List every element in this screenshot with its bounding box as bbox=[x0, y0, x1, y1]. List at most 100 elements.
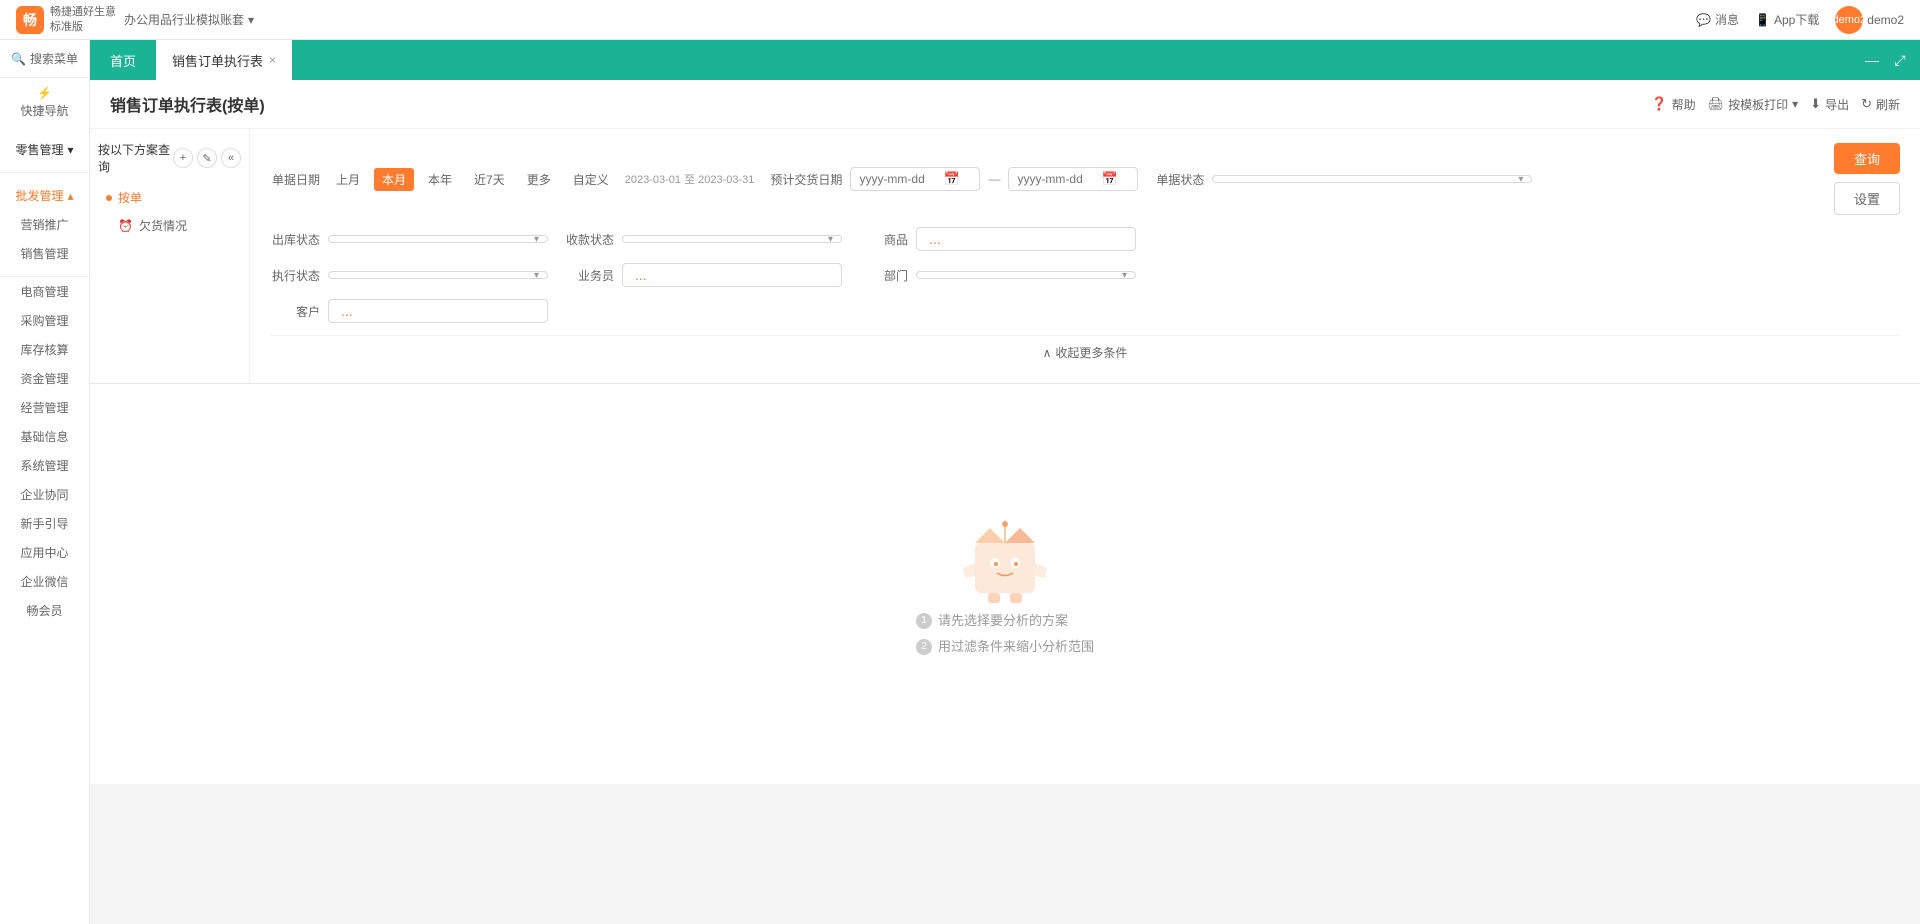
top-bar-left: 畅 畅捷通好生意 标准版 办公用品行业模拟账套 ▾ bbox=[16, 5, 254, 34]
date-tab-last-month[interactable]: 上月 bbox=[328, 168, 368, 191]
page-content: 销售订单执行表(按单) ❓ 帮助 🖨 按模板打印 ▾ ⬇ bbox=[90, 80, 1920, 924]
filter-panel: 单据日期 上月 本月 本年 近7天 更多 自定义 2023-03-01 至 20… bbox=[250, 129, 1920, 383]
collapse-bar[interactable]: ∧ 收起更多条件 bbox=[270, 335, 1900, 369]
scheme-dot-active bbox=[106, 195, 112, 201]
filter-item-execution: 执行状态 ▾ bbox=[270, 267, 548, 284]
expected-date-label: 预计交货日期 bbox=[770, 171, 842, 188]
help-button[interactable]: ❓ 帮助 bbox=[1651, 96, 1695, 113]
date-tab-custom[interactable]: 自定义 bbox=[565, 168, 617, 191]
filter-item-customer: 客户 ... bbox=[270, 299, 548, 323]
expected-date-end[interactable]: 📅 bbox=[1008, 167, 1138, 191]
scheme-add-button[interactable]: + bbox=[173, 148, 193, 168]
export-icon: ⬇ bbox=[1810, 96, 1821, 112]
sidebar-item-system[interactable]: 系统管理 bbox=[0, 451, 89, 480]
date-tab-current-year[interactable]: 本年 bbox=[420, 168, 460, 191]
execution-arrow-icon: ▾ bbox=[534, 270, 539, 281]
salesperson-select[interactable]: ... bbox=[622, 263, 842, 287]
expected-date-start[interactable]: 📅 bbox=[850, 167, 980, 191]
sidebar-item-finance[interactable]: 资金管理 bbox=[0, 364, 89, 393]
tab-sales-order[interactable]: 销售订单执行表 × bbox=[156, 40, 292, 80]
date-filter: 上月 本月 本年 近7天 更多 自定义 bbox=[328, 168, 617, 191]
print-arrow-icon: ▾ bbox=[1792, 97, 1798, 111]
date-tab-more[interactable]: 更多 bbox=[519, 168, 559, 191]
goods-select[interactable]: ... bbox=[916, 227, 1136, 251]
filter-item-status: 单据状态 ▾ bbox=[1154, 171, 1532, 188]
sidebar-item-member[interactable]: 畅会员 bbox=[0, 596, 89, 625]
sidebar-item-wholesale[interactable]: 批发管理 ▴ bbox=[0, 181, 89, 210]
filter-row-4: 客户 ... bbox=[270, 299, 1900, 323]
message-icon: 💬 bbox=[1696, 13, 1711, 27]
scheme-item-by-order[interactable]: 按单 bbox=[98, 183, 241, 212]
chevron-down-icon: ▾ bbox=[67, 143, 73, 157]
sidebar-item-sales[interactable]: 销售管理 bbox=[0, 239, 89, 268]
tab-close-icon[interactable]: × bbox=[269, 54, 276, 66]
status-select[interactable]: ▾ bbox=[1212, 175, 1532, 183]
expected-date-end-input[interactable] bbox=[1017, 172, 1097, 186]
sidebar-item-retail[interactable]: 零售管理 ▾ bbox=[0, 135, 89, 164]
sidebar: 🔍 搜索菜单 ⚡ 快捷导航 零售管理 ▾ 批发管理 ▴ 营销推广 销售管理 bbox=[0, 40, 90, 924]
page-header-actions: ❓ 帮助 🖨 按模板打印 ▾ ⬇ 导出 ↻ bbox=[1651, 96, 1900, 113]
refresh-button[interactable]: ↻ 刷新 bbox=[1861, 96, 1900, 113]
sidebar-search[interactable]: 🔍 搜索菜单 bbox=[0, 40, 89, 78]
sidebar-item-purchase[interactable]: 采购管理 bbox=[0, 306, 89, 335]
sidebar-item-enterprise[interactable]: 企业协同 bbox=[0, 480, 89, 509]
date-tab-last7[interactable]: 近7天 bbox=[466, 168, 513, 191]
sidebar-item-marketing[interactable]: 营销推广 bbox=[0, 210, 89, 239]
tab-maximize-button[interactable]: ⤢ bbox=[1888, 48, 1912, 72]
payment-select[interactable]: ▾ bbox=[622, 235, 842, 243]
print-button[interactable]: 🖨 按模板打印 ▾ bbox=[1708, 96, 1799, 113]
sidebar-section-retail: 零售管理 ▾ bbox=[0, 127, 89, 173]
customer-ellipsis-icon[interactable]: ... bbox=[337, 303, 357, 319]
refresh-icon: ↻ bbox=[1861, 96, 1872, 112]
tab-home[interactable]: 首页 bbox=[90, 40, 156, 80]
date-range-text: 2023-03-01 至 2023-03-31 bbox=[625, 171, 755, 187]
breadcrumb[interactable]: 办公用品行业模拟账套 ▾ bbox=[124, 11, 254, 28]
sidebar-item-apps[interactable]: 应用中心 bbox=[0, 538, 89, 567]
sidebar-item-basic[interactable]: 基础信息 bbox=[0, 422, 89, 451]
download-icon: 📱 bbox=[1755, 13, 1770, 27]
empty-illustration bbox=[955, 508, 1055, 608]
sidebar-quick-nav[interactable]: ⚡ 快捷导航 bbox=[0, 78, 89, 127]
sidebar-item-newbie[interactable]: 新手引导 bbox=[0, 509, 89, 538]
query-button[interactable]: 查询 bbox=[1834, 143, 1900, 174]
empty-tip-1: 1 请先选择要分析的方案 bbox=[916, 608, 1094, 634]
scheme-item-arrears[interactable]: ⏰ 欠货情况 bbox=[98, 212, 241, 239]
tab-right-controls: — ⤢ bbox=[1860, 48, 1920, 72]
expected-date-start-input[interactable] bbox=[859, 172, 939, 186]
setting-button[interactable]: 设置 bbox=[1834, 182, 1900, 215]
outbound-arrow-icon: ▾ bbox=[534, 234, 539, 245]
date-tab-current-month[interactable]: 本月 bbox=[374, 168, 414, 191]
goods-ellipsis-icon[interactable]: ... bbox=[925, 231, 945, 247]
date-separator: — bbox=[988, 172, 1000, 186]
outbound-select[interactable]: ▾ bbox=[328, 235, 548, 243]
top-bar: 畅 畅捷通好生意 标准版 办公用品行业模拟账套 ▾ 💬 消息 📱 App下载 d… bbox=[0, 0, 1920, 40]
message-button[interactable]: 💬 消息 bbox=[1696, 11, 1739, 28]
filter-row-date: 单据日期 上月 本月 本年 近7天 更多 自定义 2023-03-01 至 20… bbox=[270, 143, 1900, 215]
customer-label: 客户 bbox=[270, 303, 320, 320]
department-select[interactable]: ▾ bbox=[916, 271, 1136, 279]
user-profile[interactable]: demo2 demo2 bbox=[1835, 6, 1904, 34]
app-download-button[interactable]: 📱 App下载 bbox=[1755, 11, 1819, 28]
scheme-panel: 按以下方案查询 + ✎ « 按单 ⏰ bbox=[90, 129, 250, 383]
sidebar-item-operations[interactable]: 经营管理 bbox=[0, 393, 89, 422]
export-button[interactable]: ⬇ 导出 bbox=[1810, 96, 1849, 113]
execution-select[interactable]: ▾ bbox=[328, 271, 548, 279]
sidebar-item-inventory[interactable]: 库存核算 bbox=[0, 335, 89, 364]
sidebar-section-wholesale: 批发管理 ▴ 营销推广 销售管理 bbox=[0, 173, 89, 277]
tab-minimize-button[interactable]: — bbox=[1860, 48, 1884, 72]
customer-select[interactable]: ... bbox=[328, 299, 548, 323]
filter-row-3: 执行状态 ▾ 业务员 ... bbox=[270, 263, 1900, 287]
tip-num-1: 1 bbox=[916, 613, 932, 629]
logo-area: 畅 畅捷通好生意 标准版 bbox=[16, 5, 116, 34]
salesperson-ellipsis-icon[interactable]: ... bbox=[631, 267, 651, 283]
scheme-panel-header: 按以下方案查询 + ✎ « bbox=[98, 141, 241, 175]
logo-icon: 畅 bbox=[16, 6, 44, 34]
empty-tip-2: 2 用过滤条件来缩小分析范围 bbox=[916, 634, 1094, 660]
print-icon: 🖨 bbox=[1708, 96, 1725, 112]
sidebar-item-wechat[interactable]: 企业微信 bbox=[0, 567, 89, 596]
help-icon: ❓ bbox=[1651, 96, 1667, 112]
main-layout: 🔍 搜索菜单 ⚡ 快捷导航 零售管理 ▾ 批发管理 ▴ 营销推广 销售管理 bbox=[0, 40, 1920, 924]
scheme-collapse-button[interactable]: « bbox=[221, 148, 241, 168]
scheme-edit-button[interactable]: ✎ bbox=[197, 148, 217, 168]
sidebar-item-ecommerce[interactable]: 电商管理 bbox=[0, 277, 89, 306]
